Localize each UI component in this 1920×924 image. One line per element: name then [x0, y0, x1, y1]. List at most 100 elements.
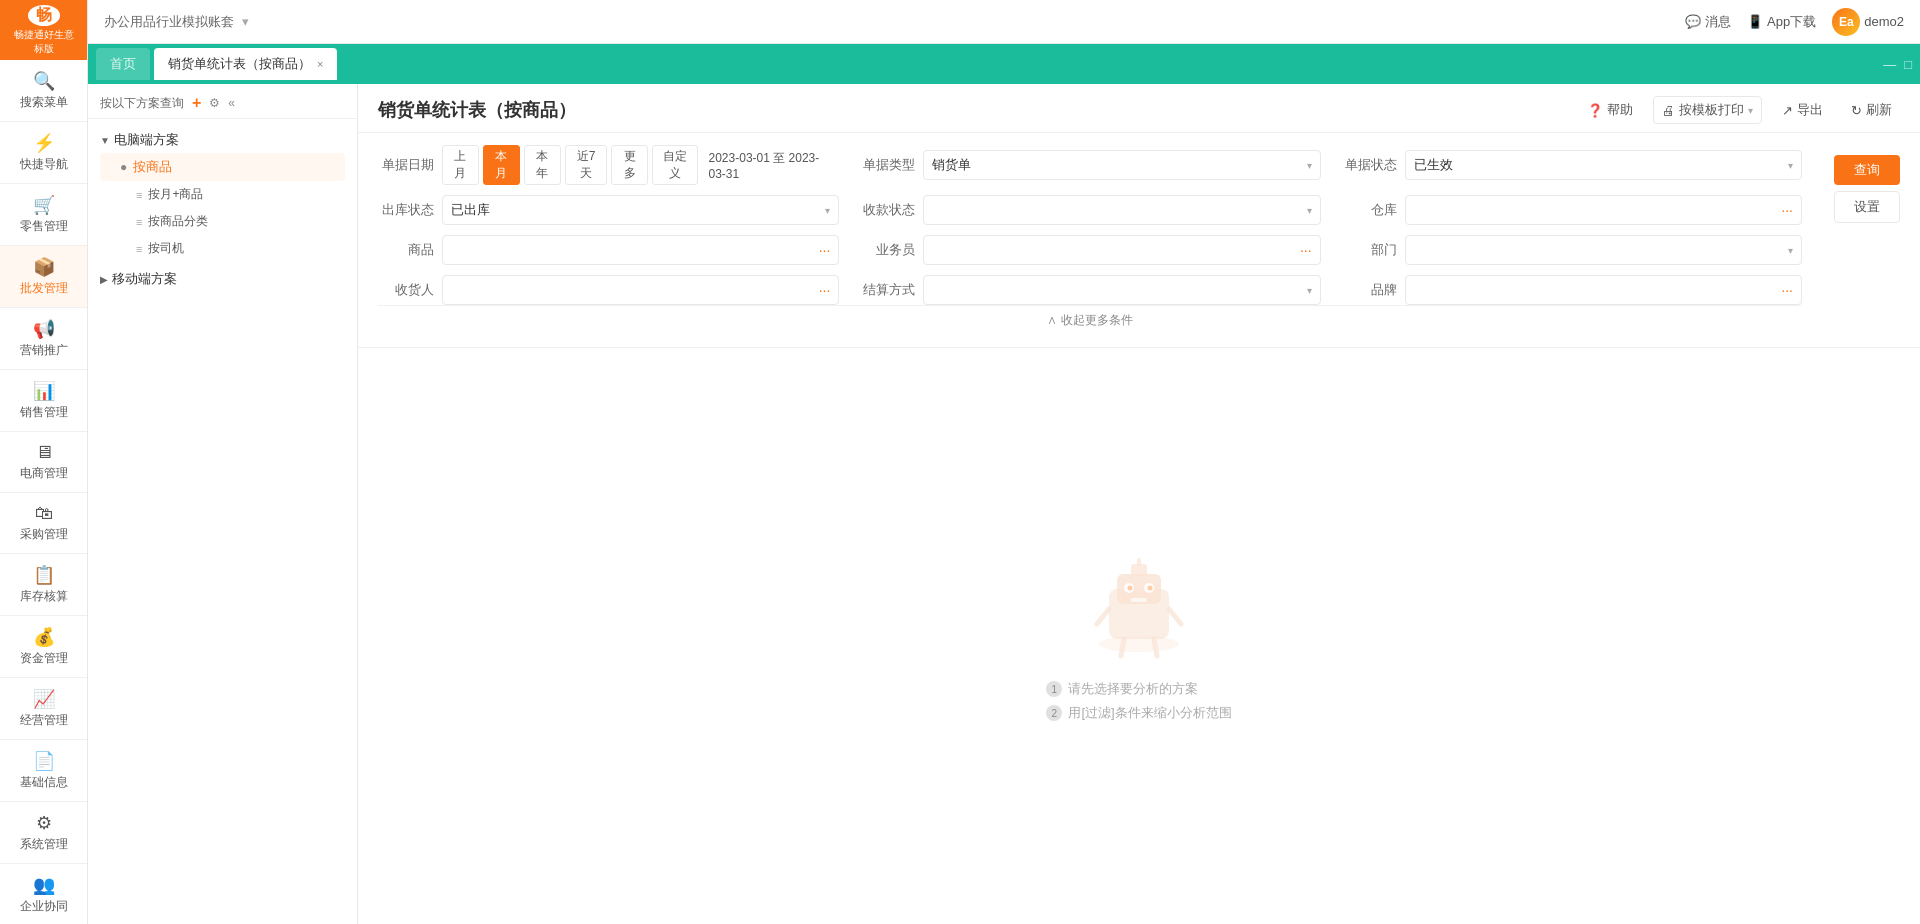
type-select[interactable]: 销货单 ▾ [923, 150, 1320, 180]
help-btn[interactable]: ❓ 帮助 [1579, 97, 1641, 123]
left-panel-header: 按以下方案查询 + ⚙ « [88, 84, 357, 119]
industry-dropdown-icon[interactable]: ▾ [242, 14, 249, 29]
search-icon: 🔍 [33, 70, 55, 92]
scheme-item-bygoods[interactable]: ● 按商品 [100, 153, 345, 181]
payment-dropdown-icon: ▾ [1307, 205, 1312, 216]
marketing-icon: 📢 [33, 318, 55, 340]
empty-illustration [1079, 544, 1199, 664]
tab-maximize-btn[interactable]: □ [1904, 57, 1912, 72]
export-label: 导出 [1797, 101, 1823, 119]
scheme-item-category[interactable]: ≡ 按商品分类 [100, 208, 345, 235]
collapse-bar[interactable]: ∧ 收起更多条件 [378, 305, 1802, 335]
receiver-input[interactable]: ··· [442, 275, 839, 305]
scheme-group-pc-header[interactable]: ▼ 电脑端方案 [100, 127, 345, 153]
date-btn-lastmonth[interactable]: 上月 [442, 145, 479, 185]
status-select[interactable]: 已生效 ▾ [1405, 150, 1802, 180]
tip-text-1: 请先选择要分析的方案 [1068, 680, 1198, 698]
settlement-select[interactable]: ▾ [923, 275, 1320, 305]
content-area: 按以下方案查询 + ⚙ « ▼ 电脑端方案 ● 按商品 ≡ [88, 84, 1920, 924]
warehouse-input[interactable]: ··· [1405, 195, 1802, 225]
date-btn-thismonth[interactable]: 本月 [483, 145, 520, 185]
sales-icon: 📊 [33, 380, 55, 402]
print-label: 按模板打印 [1679, 101, 1744, 119]
goods-input[interactable]: ··· [442, 235, 839, 265]
brand-input[interactable]: ··· [1405, 275, 1802, 305]
date-btn-7days[interactable]: 近7天 [565, 145, 607, 185]
brand-dots: ··· [1781, 282, 1793, 298]
sidebar-item-retail[interactable]: 🛒 零售管理 [0, 184, 87, 246]
sidebar-item-purchase[interactable]: 🛍 采购管理 [0, 493, 87, 554]
sidebar-item-system[interactable]: ⚙ 系统管理 [0, 802, 87, 864]
status-label: 单据状态 [1341, 156, 1405, 174]
sidebar-item-wholesale[interactable]: 📦 批发管理 [0, 246, 87, 308]
sidebar-item-marketing[interactable]: 📢 营销推广 [0, 308, 87, 370]
driver-label: 按司机 [148, 240, 184, 257]
sidebar-item-ecommerce[interactable]: 🖥 电商管理 [0, 432, 87, 493]
tab-minimize-btn[interactable]: — [1883, 57, 1896, 72]
tab-active[interactable]: 销货单统计表（按商品） × [154, 48, 337, 80]
brand-filter-cell: 品牌 ··· [1341, 275, 1802, 305]
sidebar-item-collab[interactable]: 👥 企业协同 [0, 864, 87, 924]
add-scheme-btn[interactable]: + [192, 94, 201, 112]
print-btn[interactable]: 🖨 按模板打印 ▾ [1653, 96, 1762, 124]
scheme-settings-btn[interactable]: ⚙ [209, 96, 220, 110]
refresh-btn[interactable]: ↻ 刷新 [1843, 97, 1900, 123]
settlement-filter-cell: 结算方式 ▾ [859, 275, 1320, 305]
date-btn-thisyear[interactable]: 本年 [524, 145, 561, 185]
tab-close-icon[interactable]: × [317, 58, 323, 70]
date-btn-custom[interactable]: 自定义 [652, 145, 698, 185]
date-label: 单据日期 [378, 156, 442, 174]
left-panel-collapse-btn[interactable]: « [228, 96, 235, 110]
driver-icon: ≡ [136, 243, 142, 255]
storage-select[interactable]: 已出库 ▾ [442, 195, 839, 225]
sidebar-item-quicknav[interactable]: ⚡ 快捷导航 [0, 122, 87, 184]
scheme-item-driver[interactable]: ≡ 按司机 [100, 235, 345, 262]
help-label: 帮助 [1607, 101, 1633, 119]
sidebar-item-basic[interactable]: 📄 基础信息 [0, 740, 87, 802]
help-icon: ❓ [1587, 103, 1603, 118]
sidebar-item-finance[interactable]: 💰 资金管理 [0, 616, 87, 678]
settlement-dropdown-icon: ▾ [1307, 285, 1312, 296]
category-icon: ≡ [136, 216, 142, 228]
payment-select[interactable]: ▾ [923, 195, 1320, 225]
scheme-group-mobile-header[interactable]: ▶ 移动端方案 [100, 266, 345, 292]
export-btn[interactable]: ↗ 导出 [1774, 97, 1831, 123]
sidebar-item-search[interactable]: 🔍 搜索菜单 [0, 60, 87, 122]
mobile-scheme-label: 移动端方案 [112, 270, 177, 288]
sidebar-label-retail: 零售管理 [20, 218, 68, 235]
date-filter-cell: 单据日期 上月 本月 本年 近7天 更多 自定义 20 [378, 145, 839, 185]
goods-label: 商品 [378, 241, 442, 259]
monthgoods-icon: ≡ [136, 189, 142, 201]
pc-scheme-label: 电脑端方案 [114, 131, 179, 149]
scheme-item-monthgoods[interactable]: ≡ 按月+商品 [100, 181, 345, 208]
sidebar-item-inventory[interactable]: 📋 库存核算 [0, 554, 87, 616]
message-btn[interactable]: 💬 消息 [1685, 13, 1731, 31]
main-area: 办公用品行业模拟账套 ▾ 💬 消息 📱 App下载 Ea demo2 首页 [88, 0, 1920, 924]
scheme-section: ▼ 电脑端方案 ● 按商品 ≡ 按月+商品 ≡ 按商品分类 [88, 119, 357, 304]
print-dropdown-icon[interactable]: ▾ [1748, 105, 1753, 116]
app-download-btn[interactable]: 📱 App下载 [1747, 13, 1816, 31]
settings-button[interactable]: 设置 [1834, 191, 1900, 223]
salesman-input[interactable]: ··· [923, 235, 1320, 265]
tab-home[interactable]: 首页 [96, 48, 150, 80]
mobile-group-toggle: ▶ [100, 274, 108, 285]
sidebar-label-inventory: 库存核算 [20, 588, 68, 605]
settlement-label: 结算方式 [859, 281, 923, 299]
salesman-label: 业务员 [859, 241, 923, 259]
sidebar-label-basic: 基础信息 [20, 774, 68, 791]
sidebar-label-system: 系统管理 [20, 836, 68, 853]
receiver-filter-cell: 收货人 ··· [378, 275, 839, 305]
collapse-label: ∧ 收起更多条件 [1047, 313, 1132, 327]
user-area[interactable]: Ea demo2 [1832, 8, 1904, 36]
date-btn-more[interactable]: 更多 [611, 145, 648, 185]
dept-select[interactable]: ▾ [1405, 235, 1802, 265]
type-label: 单据类型 [859, 156, 923, 174]
type-dropdown-icon: ▾ [1307, 160, 1312, 171]
query-button[interactable]: 查询 [1834, 155, 1900, 185]
logo-area: 畅 畅捷通好生意 标版 [0, 0, 87, 60]
sidebar-item-sales[interactable]: 📊 销售管理 [0, 370, 87, 432]
system-icon: ⚙ [36, 812, 52, 834]
sidebar-item-operations[interactable]: 📈 经营管理 [0, 678, 87, 740]
empty-tips: 1 请先选择要分析的方案 2 用[过滤]条件来缩小分析范围 [1046, 680, 1231, 728]
sidebar-label-collab: 企业协同 [20, 898, 68, 915]
